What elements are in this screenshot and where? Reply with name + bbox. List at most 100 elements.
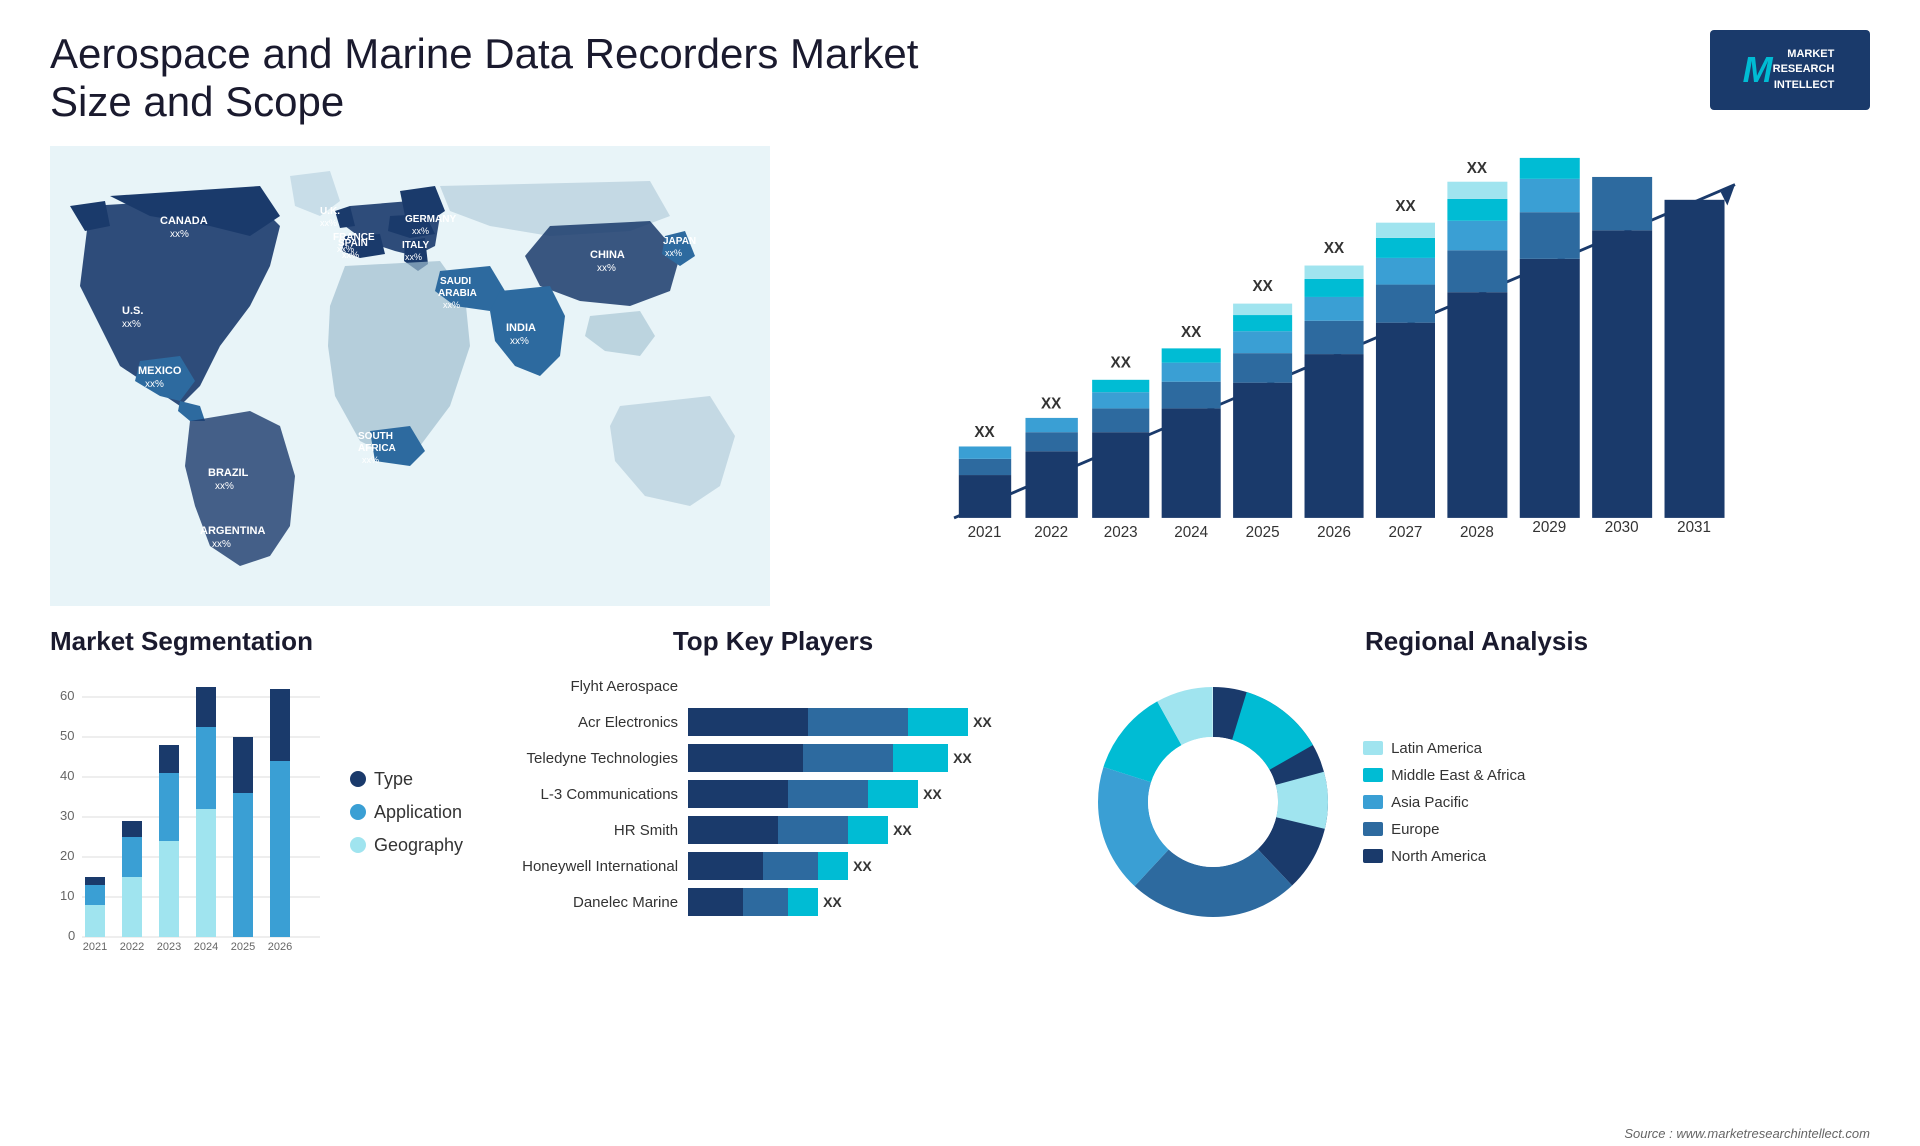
logo-box: M MARKETRESEARCHINTELLECT (1710, 30, 1870, 110)
player-bar-teledyne: XX (688, 744, 1053, 772)
legend-dot-type (350, 771, 366, 787)
legend-color-mea (1363, 768, 1383, 782)
svg-text:xx%: xx% (665, 248, 682, 258)
svg-text:CHINA: CHINA (590, 249, 625, 261)
svg-text:INDIA: INDIA (506, 322, 536, 334)
svg-text:ARABIA: ARABIA (438, 288, 477, 299)
regional-container: Regional Analysis (1083, 626, 1870, 1006)
donut-area: Latin America Middle East & Africa Asia … (1083, 672, 1870, 932)
svg-text:2022: 2022 (1034, 524, 1068, 541)
legend-label-north-america: North America (1391, 848, 1486, 865)
source-text: Source : www.marketresearchintellect.com (1624, 1126, 1870, 1141)
legend-latin-america: Latin America (1363, 740, 1525, 757)
svg-text:40: 40 (60, 768, 74, 783)
logo-letter: M (1738, 49, 1773, 91)
svg-text:2031: 2031 (1677, 519, 1711, 536)
bar-chart-container: XX 2021 XX 2022 XX 2023 (800, 146, 1870, 606)
player-row-teledyne: Teledyne Technologies XX (493, 744, 1053, 772)
legend-label-geography: Geography (374, 835, 463, 856)
legend-application: Application (350, 802, 463, 823)
legend-label-application: Application (374, 802, 462, 823)
svg-text:xx%: xx% (510, 336, 529, 347)
top-section: CANADA xx% U.S. xx% MEXICO xx% BRAZIL xx… (50, 146, 1870, 606)
svg-text:xx%: xx% (122, 319, 141, 330)
svg-text:XX: XX (1324, 240, 1345, 257)
svg-text:XX: XX (1252, 278, 1273, 295)
player-name-l3: L-3 Communications (493, 786, 678, 803)
player-row-l3: L-3 Communications XX (493, 780, 1053, 808)
svg-text:2027: 2027 (1389, 524, 1423, 541)
svg-text:2023: 2023 (1104, 524, 1138, 541)
svg-text:50: 50 (60, 728, 74, 743)
svg-text:2028: 2028 (1460, 524, 1494, 541)
players-title: Top Key Players (493, 626, 1053, 657)
svg-text:2021: 2021 (83, 941, 107, 952)
page-title: Aerospace and Marine Data Recorders Mark… (50, 30, 950, 126)
svg-text:ARGENTINA: ARGENTINA (200, 525, 265, 537)
legend-label-latin-america: Latin America (1391, 740, 1482, 757)
svg-text:U.S.: U.S. (122, 305, 143, 317)
svg-text:2024: 2024 (1174, 524, 1208, 541)
legend-label-mea: Middle East & Africa (1391, 767, 1525, 784)
legend-color-north-america (1363, 849, 1383, 863)
player-row-flyht: Flyht Aerospace (493, 672, 1053, 700)
svg-text:ITALY: ITALY (402, 240, 430, 251)
svg-text:2024: 2024 (194, 941, 218, 952)
svg-text:xx%: xx% (405, 252, 422, 262)
player-xx-l3: XX (923, 786, 942, 802)
svg-text:xx%: xx% (412, 226, 429, 236)
segmentation-chart: 0 10 20 30 40 50 60 (50, 672, 330, 952)
svg-text:xx%: xx% (362, 455, 379, 465)
legend-north-america: North America (1363, 848, 1525, 865)
segmentation-container: Market Segmentation 0 10 20 30 40 50 60 (50, 626, 463, 1006)
player-bar-acr: XX (688, 708, 1053, 736)
svg-text:0: 0 (68, 928, 75, 943)
svg-text:xx%: xx% (145, 379, 164, 390)
player-name-teledyne: Teledyne Technologies (493, 750, 678, 767)
bar-chart: XX 2021 XX 2022 XX 2023 (820, 156, 1850, 556)
players-list: Flyht Aerospace Acr Electronics XX (493, 672, 1053, 916)
svg-text:SAUDI: SAUDI (440, 276, 471, 287)
svg-text:60: 60 (60, 688, 74, 703)
legend-label-europe: Europe (1391, 821, 1439, 838)
player-xx-hrsmith: XX (893, 822, 912, 838)
player-bar-flyht (688, 672, 1053, 700)
regional-title: Regional Analysis (1083, 626, 1870, 657)
player-name-danelec: Danelec Marine (493, 894, 678, 911)
player-name-flyht: Flyht Aerospace (493, 678, 678, 695)
player-xx-acr: XX (973, 714, 992, 730)
legend-mea: Middle East & Africa (1363, 767, 1525, 784)
legend-geography: Geography (350, 835, 463, 856)
svg-text:2026: 2026 (1317, 524, 1351, 541)
legend-color-europe (1363, 822, 1383, 836)
player-row-acr: Acr Electronics XX (493, 708, 1053, 736)
segmentation-title: Market Segmentation (50, 626, 463, 657)
svg-text:BRAZIL: BRAZIL (208, 467, 249, 479)
svg-text:2029: 2029 (1532, 519, 1566, 536)
svg-text:SPAIN: SPAIN (338, 238, 368, 249)
legend-asia-pacific: Asia Pacific (1363, 794, 1525, 811)
svg-text:XX: XX (1467, 160, 1488, 177)
header: Aerospace and Marine Data Recorders Mark… (50, 30, 1870, 126)
logo-container: M MARKETRESEARCHINTELLECT (1710, 30, 1870, 110)
player-bar-danelec: XX (688, 888, 1053, 916)
svg-text:xx%: xx% (212, 539, 231, 550)
player-bar-honeywell: XX (688, 852, 1053, 880)
legend-europe: Europe (1363, 821, 1525, 838)
svg-text:10: 10 (60, 888, 74, 903)
svg-text:SOUTH: SOUTH (358, 431, 393, 442)
seg-chart-area: 0 10 20 30 40 50 60 (50, 672, 463, 952)
page-container: Aerospace and Marine Data Recorders Mark… (0, 0, 1920, 1146)
svg-text:xx%: xx% (320, 218, 337, 228)
svg-text:2025: 2025 (231, 941, 255, 952)
player-row-honeywell: Honeywell International XX (493, 852, 1053, 880)
players-container: Top Key Players Flyht Aerospace Acr Elec… (493, 626, 1053, 1006)
svg-text:MEXICO: MEXICO (138, 365, 182, 377)
bottom-section: Market Segmentation 0 10 20 30 40 50 60 (50, 626, 1870, 1006)
svg-text:2023: 2023 (157, 941, 181, 952)
svg-text:2025: 2025 (1246, 524, 1280, 541)
player-xx-teledyne: XX (953, 750, 972, 766)
player-name-hrsmith: HR Smith (493, 822, 678, 839)
map-container: CANADA xx% U.S. xx% MEXICO xx% BRAZIL xx… (50, 146, 770, 606)
player-row-hrsmith: HR Smith XX (493, 816, 1053, 844)
